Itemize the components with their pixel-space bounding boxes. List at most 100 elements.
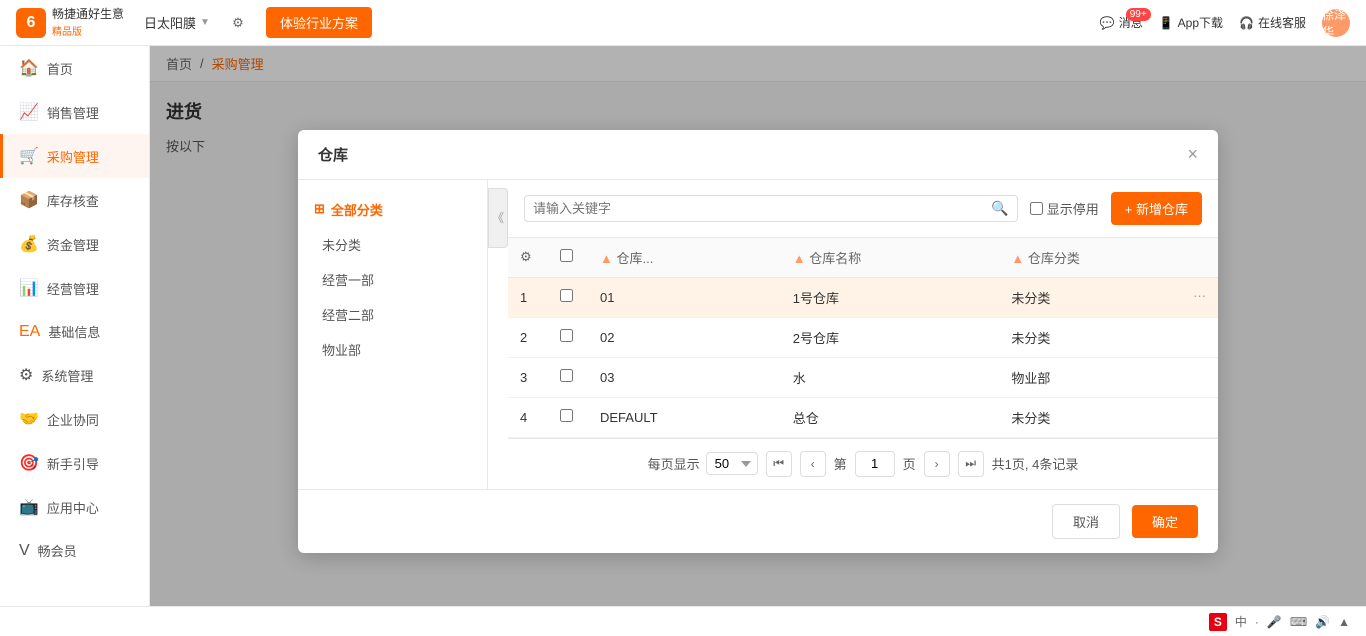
main-layout: 🏠 首页 📈 销售管理 🛒 采购管理 📦 库存核查 💰 资金管理 📊 经营管理 … <box>0 46 1366 636</box>
row-num: 1 <box>508 277 548 317</box>
sort-icon-cat: ▲ <box>1011 251 1024 266</box>
all-categories[interactable]: ⊞ 全部分类 <box>298 192 487 227</box>
app-name: 畅捷通好生意 <box>52 7 124 23</box>
sidebar-info-label: 基础信息 <box>48 322 100 341</box>
modal-footer: 取消 确定 <box>298 489 1218 553</box>
page-label: 第 <box>834 454 847 473</box>
col-checkbox <box>548 238 588 278</box>
grid-icon: ⊞ <box>314 201 325 217</box>
sidebar-apps-label: 应用中心 <box>47 498 99 517</box>
row-code: 01 <box>588 277 781 317</box>
sidebar-item-business[interactable]: 📊 经营管理 <box>0 266 149 310</box>
row-name: 1号仓库 <box>781 277 1000 317</box>
search-icon[interactable]: 🔍 <box>991 200 1008 217</box>
first-page-button[interactable]: ⏮ <box>766 451 792 477</box>
trial-button[interactable]: 体验行业方案 <box>266 7 372 38</box>
settings-button[interactable]: ⚙ <box>222 7 254 39</box>
next-page-button[interactable]: › <box>924 451 950 477</box>
show-disabled-text: 显示停用 <box>1047 199 1099 218</box>
status-bar: S 中 · 🎤 ⌨ 🔊 ▲ <box>0 606 1366 636</box>
last-page-button[interactable]: ⏭ <box>958 451 984 477</box>
status-s-icon: S <box>1209 613 1227 631</box>
show-disabled-label: 显示停用 <box>1030 199 1099 218</box>
logo-area: 6 畅捷通好生意 精品版 <box>16 7 124 38</box>
sidebar-sales-label: 销售管理 <box>47 103 99 122</box>
sidebar-item-info[interactable]: EA 基础信息 <box>0 310 149 353</box>
col-code: ▲ 仓库... <box>588 238 781 278</box>
sidebar-purchase-label: 采购管理 <box>47 147 99 166</box>
row-name: 2号仓库 <box>781 317 1000 357</box>
show-disabled-checkbox[interactable] <box>1030 202 1043 215</box>
store-name: 日太阳膜 <box>144 13 196 32</box>
prev-page-button[interactable]: ‹ <box>800 451 826 477</box>
system-icon: ⚙ <box>19 365 33 385</box>
row-checkbox[interactable] <box>560 369 573 382</box>
home-icon: 🏠 <box>19 58 39 78</box>
messages-button[interactable]: 💬 消息 99+ <box>1100 14 1143 31</box>
select-all-checkbox[interactable] <box>560 249 573 262</box>
online-service-button[interactable]: 🎧 在线客服 <box>1239 14 1306 31</box>
add-warehouse-button[interactable]: + 新增仓库 <box>1111 192 1202 225</box>
sidebar-item-home[interactable]: 🏠 首页 <box>0 46 149 90</box>
user-area[interactable]: 徐泽华 <box>1322 9 1350 37</box>
gear-icon[interactable]: ⚙ <box>520 249 532 264</box>
table-row[interactable]: 1 01 1号仓库 未分类 ··· <box>508 277 1218 317</box>
sidebar-item-apps[interactable]: 📺 应用中心 <box>0 485 149 529</box>
row-checkbox[interactable] <box>560 289 573 302</box>
sidebar-item-sales[interactable]: 📈 销售管理 <box>0 90 149 134</box>
sidebar-item-purchase[interactable]: 🛒 采购管理 <box>0 134 149 178</box>
pagination-bar: 每页显示 50 100 200 ⏮ ‹ 第 页 <box>508 438 1218 489</box>
sidebar-item-enterprise[interactable]: 🤝 企业协同 <box>0 397 149 441</box>
purchase-icon: 🛒 <box>19 146 39 166</box>
category-property[interactable]: 物业部 <box>298 332 487 367</box>
row-category: 未分类 <box>999 317 1218 357</box>
row-checkbox-cell <box>548 357 588 397</box>
sidebar-enterprise-label: 企业协同 <box>47 410 99 429</box>
modal-close-button[interactable]: × <box>1187 144 1198 165</box>
right-panel: 🔍 显示停用 + 新增仓库 <box>508 180 1218 489</box>
sidebar-item-guide[interactable]: 🎯 新手引导 <box>0 441 149 485</box>
col-name: ▲ 仓库名称 <box>781 238 1000 278</box>
confirm-button[interactable]: 确定 <box>1132 505 1198 538</box>
table-body: 1 01 1号仓库 未分类 ··· <box>508 277 1218 437</box>
table-row[interactable]: 2 02 2号仓库 未分类 <box>508 317 1218 357</box>
more-actions-button[interactable]: ··· <box>1193 288 1206 303</box>
sidebar-item-member[interactable]: V 畅会员 <box>0 529 149 572</box>
sidebar-item-system[interactable]: ⚙ 系统管理 <box>0 353 149 397</box>
row-checkbox[interactable] <box>560 409 573 422</box>
row-checkbox[interactable] <box>560 329 573 342</box>
app-download-button[interactable]: 📱 App下载 <box>1159 14 1223 31</box>
category-ops2[interactable]: 经营二部 <box>298 297 487 332</box>
store-dropdown-icon: ▼ <box>200 17 210 28</box>
cancel-button[interactable]: 取消 <box>1052 504 1120 539</box>
status-arrow-icon: ▲ <box>1338 615 1350 629</box>
modal-overlay: 仓库 × ⊞ 全部分类 未分类 经营一部 经营二部 物业部 <box>150 46 1366 636</box>
sort-icon-name: ▲ <box>793 251 806 266</box>
category-panel: ⊞ 全部分类 未分类 经营一部 经营二部 物业部 <box>298 180 488 489</box>
store-selector[interactable]: 日太阳膜 ▼ <box>144 13 210 32</box>
table-toolbar: 🔍 显示停用 + 新增仓库 <box>508 180 1218 238</box>
collapse-panel-button[interactable]: 《 <box>488 188 508 248</box>
avatar: 徐泽华 <box>1322 9 1350 37</box>
search-input[interactable] <box>533 201 985 216</box>
row-num: 3 <box>508 357 548 397</box>
sidebar-item-inventory[interactable]: 📦 库存核查 <box>0 178 149 222</box>
sidebar-member-label: 畅会员 <box>38 541 77 560</box>
row-checkbox-cell <box>548 277 588 317</box>
status-speaker-icon: 🔊 <box>1315 615 1330 629</box>
info-icon: EA <box>19 323 40 341</box>
guide-icon: 🎯 <box>19 453 39 473</box>
member-icon: V <box>19 542 30 560</box>
table-row[interactable]: 4 DEFAULT 总仓 未分类 <box>508 397 1218 437</box>
row-code: 02 <box>588 317 781 357</box>
app-sub: 精品版 <box>52 23 124 38</box>
row-category: 未分类 <box>999 397 1218 437</box>
row-num: 2 <box>508 317 548 357</box>
category-ops1[interactable]: 经营一部 <box>298 262 487 297</box>
page-number-input[interactable] <box>855 451 895 477</box>
sidebar-item-finance[interactable]: 💰 资金管理 <box>0 222 149 266</box>
table-scroll-area: ⚙ ▲ 仓库... <box>508 238 1218 438</box>
per-page-select[interactable]: 50 100 200 <box>706 452 758 475</box>
category-unclassified[interactable]: 未分类 <box>298 227 487 262</box>
table-row[interactable]: 3 03 水 物业部 <box>508 357 1218 397</box>
